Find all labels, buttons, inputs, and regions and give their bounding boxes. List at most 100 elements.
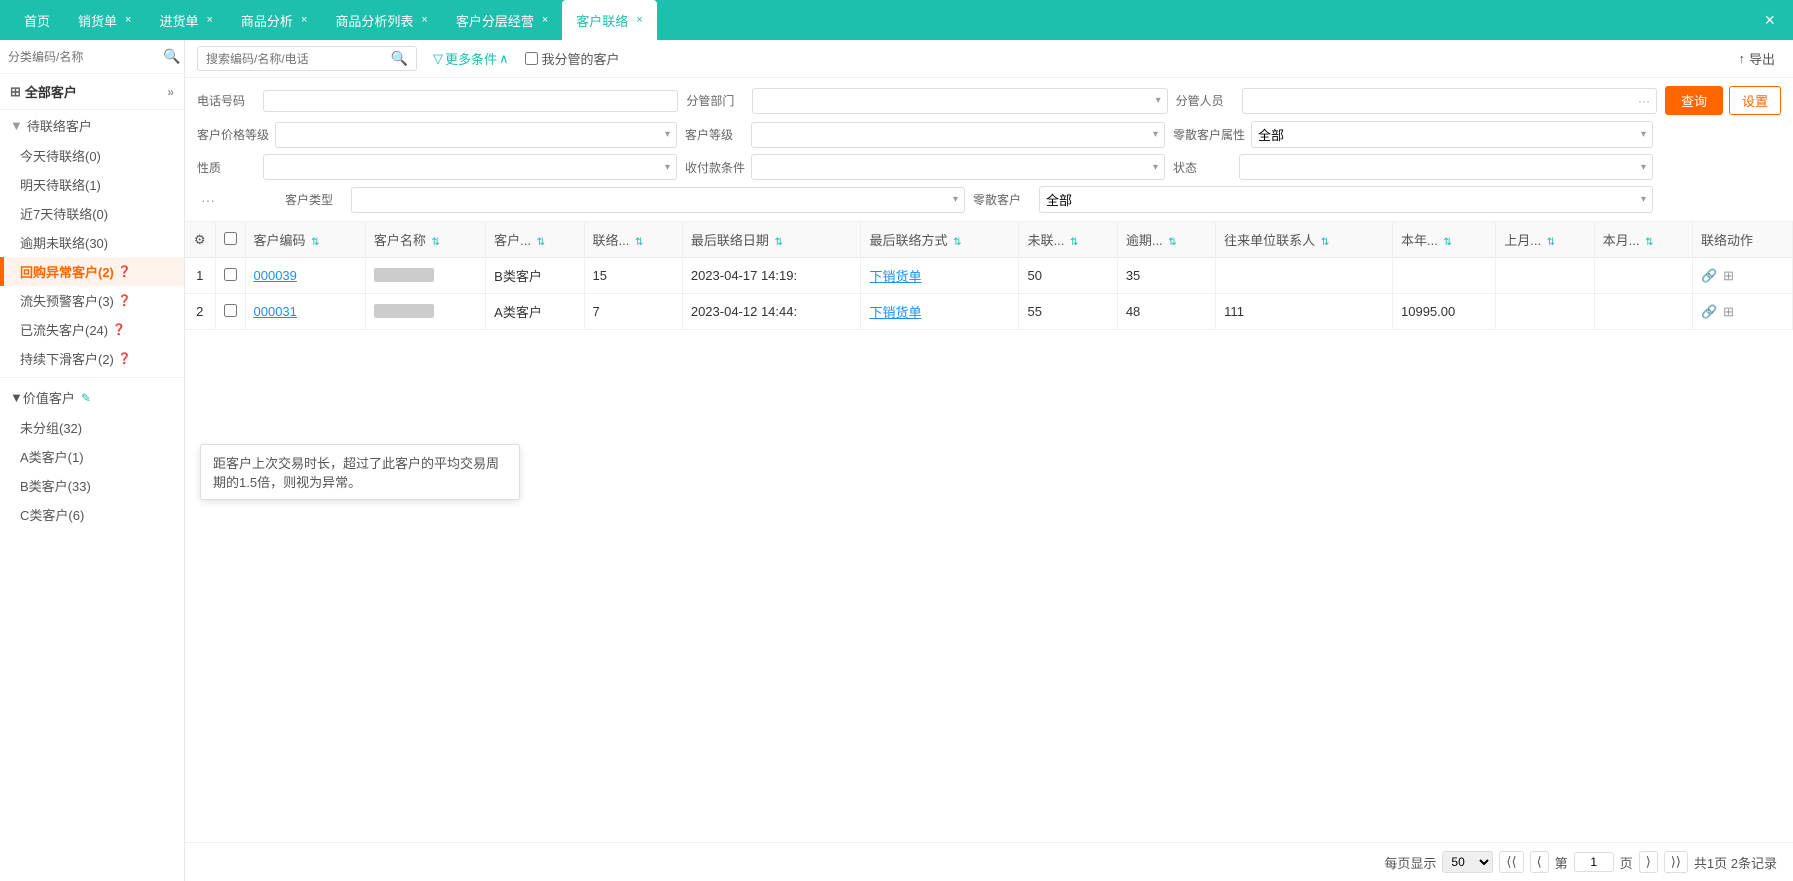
pending-today-item[interactable]: 今天待联络(0): [0, 141, 184, 170]
pending-tomorrow-item[interactable]: 明天待联络(1): [0, 170, 184, 199]
close-product-analysis-list-icon[interactable]: ×: [421, 14, 427, 26]
window-close-button[interactable]: ×: [1756, 10, 1783, 31]
th-this-year[interactable]: 本年... ⇅: [1393, 222, 1496, 258]
nature-field: 性质 ▾: [197, 154, 677, 180]
method-sort-icon: ⇅: [953, 237, 961, 248]
export-icon: ↑: [1738, 51, 1745, 66]
page-input[interactable]: [1574, 852, 1614, 872]
sidebar-search-icon[interactable]: 🔍: [163, 48, 180, 65]
class-b-item[interactable]: B类客户(33): [0, 471, 184, 500]
th-checkbox[interactable]: [215, 222, 245, 258]
row2-this-month: [1594, 294, 1692, 330]
row2-last-contact-method: 下销货单: [861, 294, 1019, 330]
row1-code[interactable]: 000039: [245, 258, 365, 294]
th-not-contacted[interactable]: 未联... ⇅: [1019, 222, 1117, 258]
last-page-button[interactable]: ⟩⟩: [1664, 851, 1688, 873]
row1-qr-icon[interactable]: ⊞: [1723, 268, 1734, 284]
th-overdue[interactable]: 逾期... ⇅: [1117, 222, 1215, 258]
export-button[interactable]: ↑ 导出: [1732, 46, 1781, 71]
sidebar-search-area: 🔍: [0, 40, 184, 74]
last-month-sort-icon: ⇅: [1547, 237, 1555, 248]
customer-level-select[interactable]: ▾: [751, 122, 1165, 148]
th-this-month[interactable]: 本月... ⇅: [1594, 222, 1692, 258]
row2-link-icon[interactable]: 🔗: [1701, 304, 1717, 320]
th-last-month[interactable]: 上月... ⇅: [1496, 222, 1594, 258]
row2-checkbox[interactable]: [224, 304, 237, 317]
row1-last-contact-date: 2023-04-17 14:19:: [682, 258, 861, 294]
declining-item[interactable]: 持续下滑客户(2) ❓: [0, 344, 184, 373]
customer-level-label: 客户等级: [685, 126, 745, 143]
nav-product-analysis[interactable]: 商品分析 ×: [227, 0, 321, 40]
row1-link-icon[interactable]: 🔗: [1701, 268, 1717, 284]
scattered-attr-select[interactable]: 全部 ▾: [1251, 121, 1653, 148]
already-lost-item[interactable]: 已流失客户(24) ❓: [0, 315, 184, 344]
nav-home[interactable]: 首页: [10, 0, 64, 40]
value-group-edit-icon[interactable]: ✎: [81, 391, 91, 405]
th-settings[interactable]: ⚙: [185, 222, 215, 258]
prev-page-button[interactable]: ⟨: [1530, 851, 1549, 873]
dept-select[interactable]: ▾: [752, 88, 1167, 114]
arrow-down-icon: ▼: [10, 118, 23, 133]
nav-customer-contact[interactable]: 客户联络 ×: [562, 0, 656, 40]
dept-label: 分管部门: [686, 92, 746, 109]
close-purchase-order-icon[interactable]: ×: [206, 14, 212, 26]
row1-action-icons: 🔗 ⊞: [1701, 268, 1784, 284]
value-customers-group-title[interactable]: ▼ 价值客户 ✎: [0, 382, 184, 413]
nature-select[interactable]: ▾: [263, 154, 677, 180]
next-page-button[interactable]: ⟩: [1639, 851, 1658, 873]
nav-purchase-order[interactable]: 进货单 ×: [145, 0, 226, 40]
sidebar-search-input[interactable]: [8, 50, 163, 64]
per-page-select[interactable]: 50 20 100: [1442, 851, 1493, 873]
row1-this-month: [1594, 258, 1692, 294]
my-customers-checkbox[interactable]: [525, 52, 538, 65]
status-select[interactable]: ▾: [1239, 154, 1653, 180]
more-conditions-btn[interactable]: ▽ 更多条件 ∧: [427, 46, 515, 71]
customer-table: ⚙ 客户编码 ⇅ 客户名称 ⇅ 客户...: [185, 222, 1793, 330]
status-field: 状态 ▾: [1173, 154, 1653, 180]
ungrouped-item[interactable]: 未分组(32): [0, 413, 184, 442]
th-last-contact-date[interactable]: 最后联络日期 ⇅: [682, 222, 861, 258]
query-button[interactable]: 查询: [1665, 86, 1723, 115]
pending-7days-item[interactable]: 近7天待联络(0): [0, 199, 184, 228]
customer-level-chevron-icon: ▾: [1153, 129, 1158, 140]
lost-warning-item[interactable]: 流失预警客户(3) ❓: [0, 286, 184, 315]
row1-checkbox[interactable]: [224, 268, 237, 281]
nature-label: 性质: [197, 159, 257, 176]
price-level-select[interactable]: ▾: [275, 122, 677, 148]
row2-code[interactable]: 000031: [245, 294, 365, 330]
th-name[interactable]: 客户名称 ⇅: [365, 222, 485, 258]
phone-input[interactable]: [263, 90, 678, 112]
close-sales-order-icon[interactable]: ×: [125, 14, 131, 26]
th-related-person[interactable]: 往来单位联系人 ⇅: [1216, 222, 1393, 258]
select-all-checkbox[interactable]: [224, 232, 237, 245]
abnormal-repurchase-item[interactable]: 回购异常客户(2) ❓: [0, 257, 184, 286]
all-customers-section[interactable]: ⊞ 全部客户 »: [0, 74, 184, 110]
class-c-item[interactable]: C类客户(6): [0, 500, 184, 529]
more-dots-icon[interactable]: ···: [197, 192, 219, 208]
manager-select[interactable]: ···: [1242, 88, 1657, 114]
pending-overdue-item[interactable]: 逾期未联络(30): [0, 228, 184, 257]
nav-sales-order[interactable]: 销货单 ×: [64, 0, 145, 40]
scattered-customer-select[interactable]: 全部 ▾: [1039, 186, 1653, 213]
class-a-item[interactable]: A类客户(1): [0, 442, 184, 471]
manager-field: 分管人员 ···: [1176, 88, 1657, 114]
settings-button[interactable]: 设置: [1729, 86, 1781, 115]
close-product-analysis-icon[interactable]: ×: [301, 14, 307, 26]
close-customer-tier-icon[interactable]: ×: [542, 14, 548, 26]
customer-type-select[interactable]: ▾: [351, 187, 965, 213]
payment-select[interactable]: ▾: [751, 154, 1165, 180]
th-last-contact-method[interactable]: 最后联络方式 ⇅: [861, 222, 1019, 258]
th-code[interactable]: 客户编码 ⇅: [245, 222, 365, 258]
adv-filter-row-2: 客户价格等级 ▾ 客户等级 ▾ 零散客户属性 全部: [197, 121, 1781, 148]
search-icon[interactable]: 🔍: [391, 50, 408, 67]
th-customer-type[interactable]: 客户... ⇅: [486, 222, 584, 258]
th-contacts[interactable]: 联络... ⇅: [584, 222, 682, 258]
nav-customer-tier[interactable]: 客户分层经营 ×: [442, 0, 562, 40]
row2-qr-icon[interactable]: ⊞: [1723, 304, 1734, 320]
close-customer-contact-icon[interactable]: ×: [636, 14, 642, 26]
sidebar-collapse-icon[interactable]: »: [167, 85, 174, 99]
first-page-button[interactable]: ⟨⟨: [1499, 851, 1523, 873]
pending-contact-group-title[interactable]: ▼ 待联络客户: [0, 110, 184, 141]
nav-product-analysis-list[interactable]: 商品分析列表 ×: [321, 0, 441, 40]
search-input[interactable]: [206, 52, 387, 66]
